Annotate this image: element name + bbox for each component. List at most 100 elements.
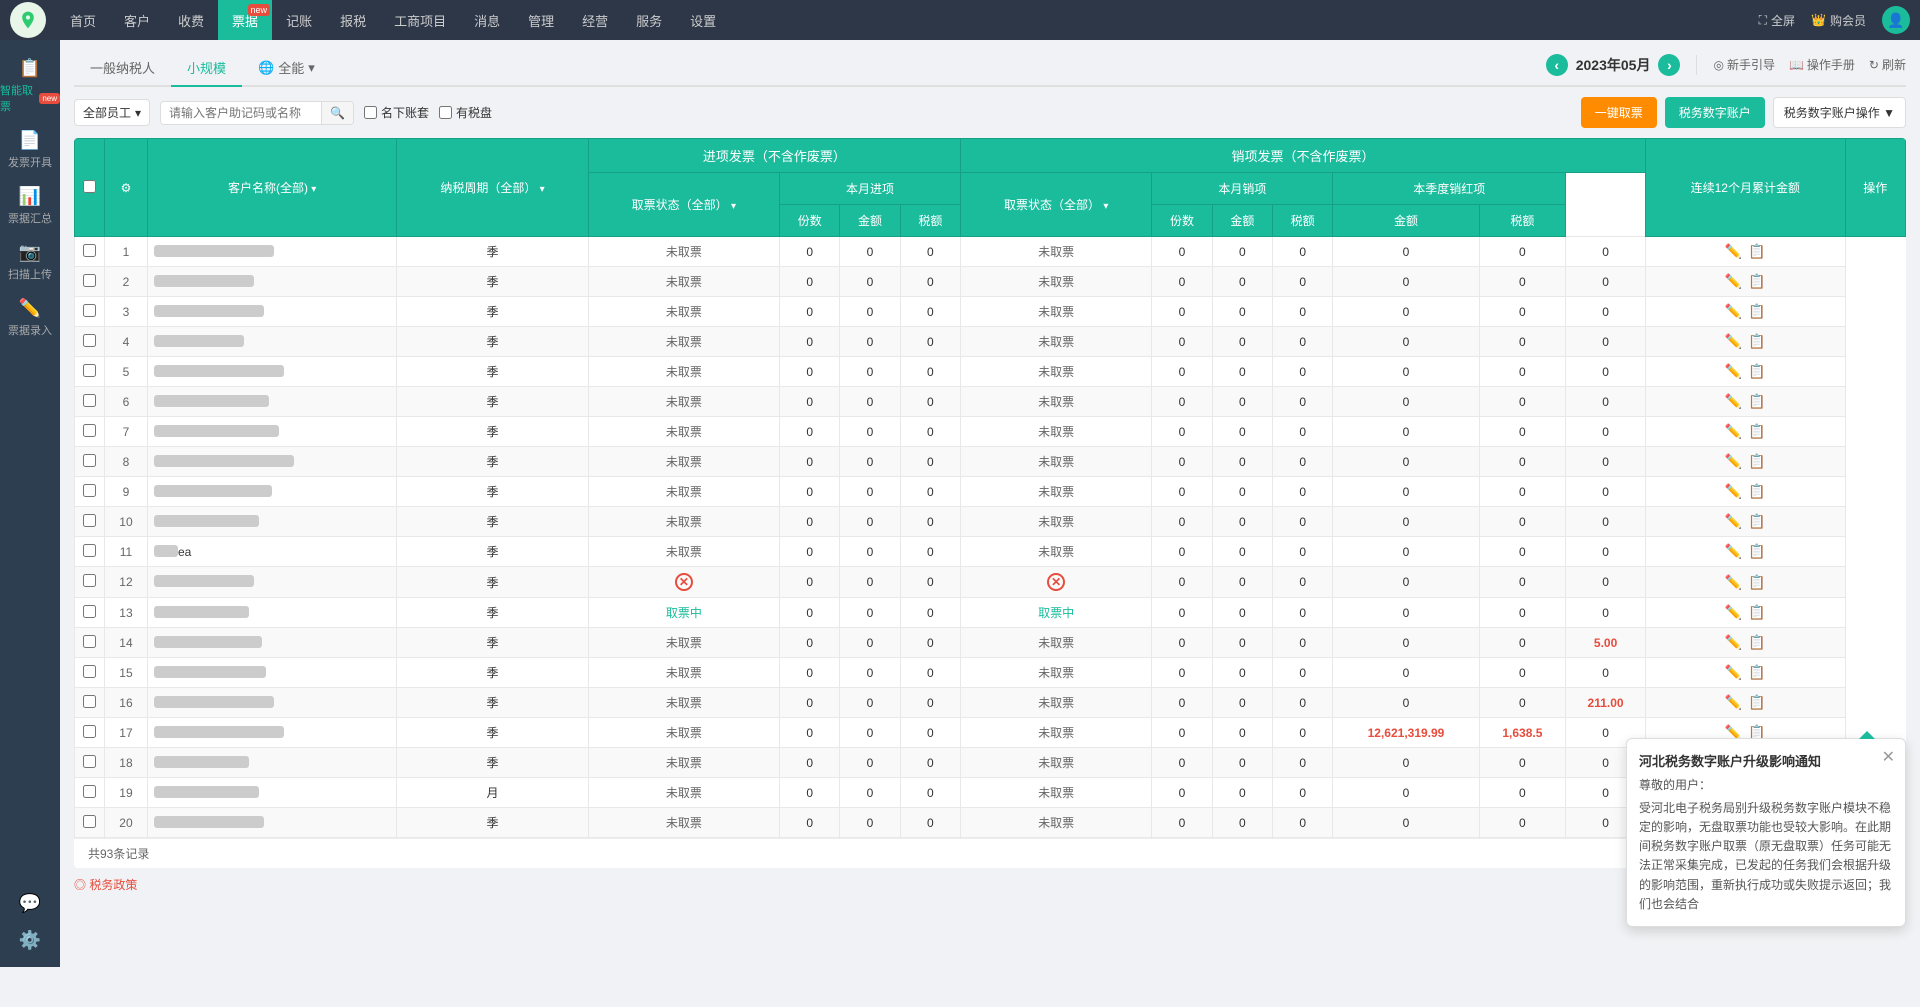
nav-accounting[interactable]: 记账 — [272, 0, 326, 40]
checkbox-tax-disk[interactable]: 有税盘 — [439, 104, 492, 121]
copy-icon[interactable]: 📋 — [1748, 604, 1765, 621]
tax-policy-link[interactable]: ◎ 税务政策 — [74, 878, 137, 892]
sidebar-item-smart-invoice[interactable]: 📋 智能取票 new — [0, 50, 60, 122]
one-click-invoice-button[interactable]: 一键取票 — [1581, 97, 1657, 128]
tab-small-scale[interactable]: 小规模 — [171, 50, 242, 87]
nav-settings[interactable]: 设置 — [676, 0, 730, 40]
search-button[interactable]: 🔍 — [321, 102, 353, 124]
nav-operation[interactable]: 经营 — [568, 0, 622, 40]
row-checkbox[interactable] — [83, 725, 96, 738]
row-checkbox[interactable] — [83, 334, 96, 347]
copy-icon[interactable]: 📋 — [1748, 483, 1765, 500]
period-next-button[interactable]: › — [1658, 54, 1680, 76]
input-status-filter-icon[interactable]: ▾ — [731, 201, 736, 212]
copy-icon[interactable]: 📋 — [1748, 543, 1765, 560]
edit-icon[interactable]: ✏️ — [1725, 393, 1742, 410]
row-checkbox[interactable] — [83, 364, 96, 377]
edit-icon[interactable]: ✏️ — [1725, 363, 1742, 380]
digital-account-button[interactable]: 税务数字账户 — [1665, 97, 1765, 128]
nav-invoice[interactable]: 票据 new — [218, 0, 272, 40]
row-checkbox[interactable] — [83, 484, 96, 497]
manual-button[interactable]: 📖 操作手册 — [1789, 56, 1855, 73]
row-checkbox[interactable] — [83, 244, 96, 257]
row-checkbox[interactable] — [83, 394, 96, 407]
edit-icon[interactable]: ✏️ — [1725, 483, 1742, 500]
filter-icon[interactable]: ▾ — [311, 184, 316, 195]
period-filter-icon[interactable]: ▾ — [540, 184, 545, 195]
edit-icon[interactable]: ✏️ — [1725, 273, 1742, 290]
row-checkbox[interactable] — [83, 544, 96, 557]
edit-icon[interactable]: ✏️ — [1725, 574, 1742, 591]
copy-icon[interactable]: 📋 — [1748, 363, 1765, 380]
tab-general-taxpayer[interactable]: 一般纳税人 — [74, 50, 171, 85]
nav-billing[interactable]: 收费 — [164, 0, 218, 40]
edit-icon[interactable]: ✏️ — [1725, 694, 1742, 711]
copy-icon[interactable]: 📋 — [1748, 513, 1765, 530]
output-status-filter-icon[interactable]: ▾ — [1103, 201, 1108, 212]
nav-manage[interactable]: 管理 — [514, 0, 568, 40]
row-checkbox[interactable] — [83, 454, 96, 467]
row-checkbox[interactable] — [83, 665, 96, 678]
row-checkbox[interactable] — [83, 574, 96, 587]
edit-icon[interactable]: ✏️ — [1725, 243, 1742, 260]
digital-account-ops-button[interactable]: 税务数字账户操作 ▼ — [1773, 97, 1906, 128]
employee-filter[interactable]: 全部员工 ▾ — [74, 99, 150, 126]
account-checkbox[interactable] — [364, 106, 377, 119]
nav-message[interactable]: 消息 — [460, 0, 514, 40]
copy-icon[interactable]: 📋 — [1748, 453, 1765, 470]
row-checkbox[interactable] — [83, 785, 96, 798]
row-checkbox[interactable] — [83, 424, 96, 437]
row-checkbox[interactable] — [83, 635, 96, 648]
copy-icon[interactable]: 📋 — [1748, 634, 1765, 651]
refresh-button[interactable]: ↻ 刷新 — [1869, 56, 1906, 73]
nav-tax[interactable]: 报税 — [326, 0, 380, 40]
edit-icon[interactable]: ✏️ — [1725, 664, 1742, 681]
copy-icon[interactable]: 📋 — [1748, 694, 1765, 711]
row-checkbox[interactable] — [83, 605, 96, 618]
edit-icon[interactable]: ✏️ — [1725, 303, 1742, 320]
select-all-checkbox[interactable] — [83, 180, 96, 193]
tab-all-capable[interactable]: 🌐 全能 ▾ — [242, 50, 331, 85]
nav-service[interactable]: 服务 — [622, 0, 676, 40]
copy-icon[interactable]: 📋 — [1748, 273, 1765, 290]
row-checkbox[interactable] — [83, 695, 96, 708]
copy-icon[interactable]: 📋 — [1748, 243, 1765, 260]
period-prev-button[interactable]: ‹ — [1546, 54, 1568, 76]
row-checkbox[interactable] — [83, 514, 96, 527]
checkbox-account[interactable]: 名下账套 — [364, 104, 429, 121]
copy-icon[interactable]: 📋 — [1748, 303, 1765, 320]
row-checkbox[interactable] — [83, 304, 96, 317]
edit-icon[interactable]: ✏️ — [1725, 604, 1742, 621]
nav-client[interactable]: 客户 — [110, 0, 164, 40]
edit-icon[interactable]: ✏️ — [1725, 453, 1742, 470]
tax-disk-checkbox[interactable] — [439, 106, 452, 119]
app-logo[interactable] — [10, 2, 46, 38]
nav-home[interactable]: 首页 — [56, 0, 110, 40]
member-button[interactable]: 👑 购会员 — [1811, 12, 1866, 29]
fullscreen-button[interactable]: ⛶ 全屏 — [1759, 12, 1795, 29]
row-checkbox[interactable] — [83, 274, 96, 287]
new-guide-button[interactable]: ◎ 新手引导 — [1713, 56, 1775, 73]
sidebar-message[interactable]: 💬 — [0, 887, 60, 920]
copy-icon[interactable]: 📋 — [1748, 393, 1765, 410]
edit-icon[interactable]: ✏️ — [1725, 333, 1742, 350]
settings-icon[interactable]: ⚙ — [121, 181, 132, 195]
copy-icon[interactable]: 📋 — [1748, 574, 1765, 591]
copy-icon[interactable]: 📋 — [1748, 423, 1765, 440]
row-checkbox[interactable] — [83, 755, 96, 768]
user-avatar[interactable]: 👤 — [1882, 6, 1910, 34]
edit-icon[interactable]: ✏️ — [1725, 543, 1742, 560]
copy-icon[interactable]: 📋 — [1748, 664, 1765, 681]
sidebar-item-invoice-entry[interactable]: ✏️ 票据录入 — [0, 290, 60, 346]
edit-icon[interactable]: ✏️ — [1725, 513, 1742, 530]
sidebar-setting[interactable]: ⚙️ — [0, 924, 60, 957]
search-input[interactable] — [161, 102, 321, 124]
nav-business[interactable]: 工商项目 — [380, 0, 460, 40]
sidebar-item-scan-upload[interactable]: 📷 扫描上传 — [0, 234, 60, 290]
edit-icon[interactable]: ✏️ — [1725, 634, 1742, 651]
notification-close-button[interactable]: ✕ — [1882, 747, 1895, 767]
sidebar-item-invoice-open[interactable]: 📄 发票开具 — [0, 122, 60, 178]
row-checkbox[interactable] — [83, 815, 96, 828]
sidebar-item-invoice-summary[interactable]: 📊 票据汇总 — [0, 178, 60, 234]
edit-icon[interactable]: ✏️ — [1725, 423, 1742, 440]
